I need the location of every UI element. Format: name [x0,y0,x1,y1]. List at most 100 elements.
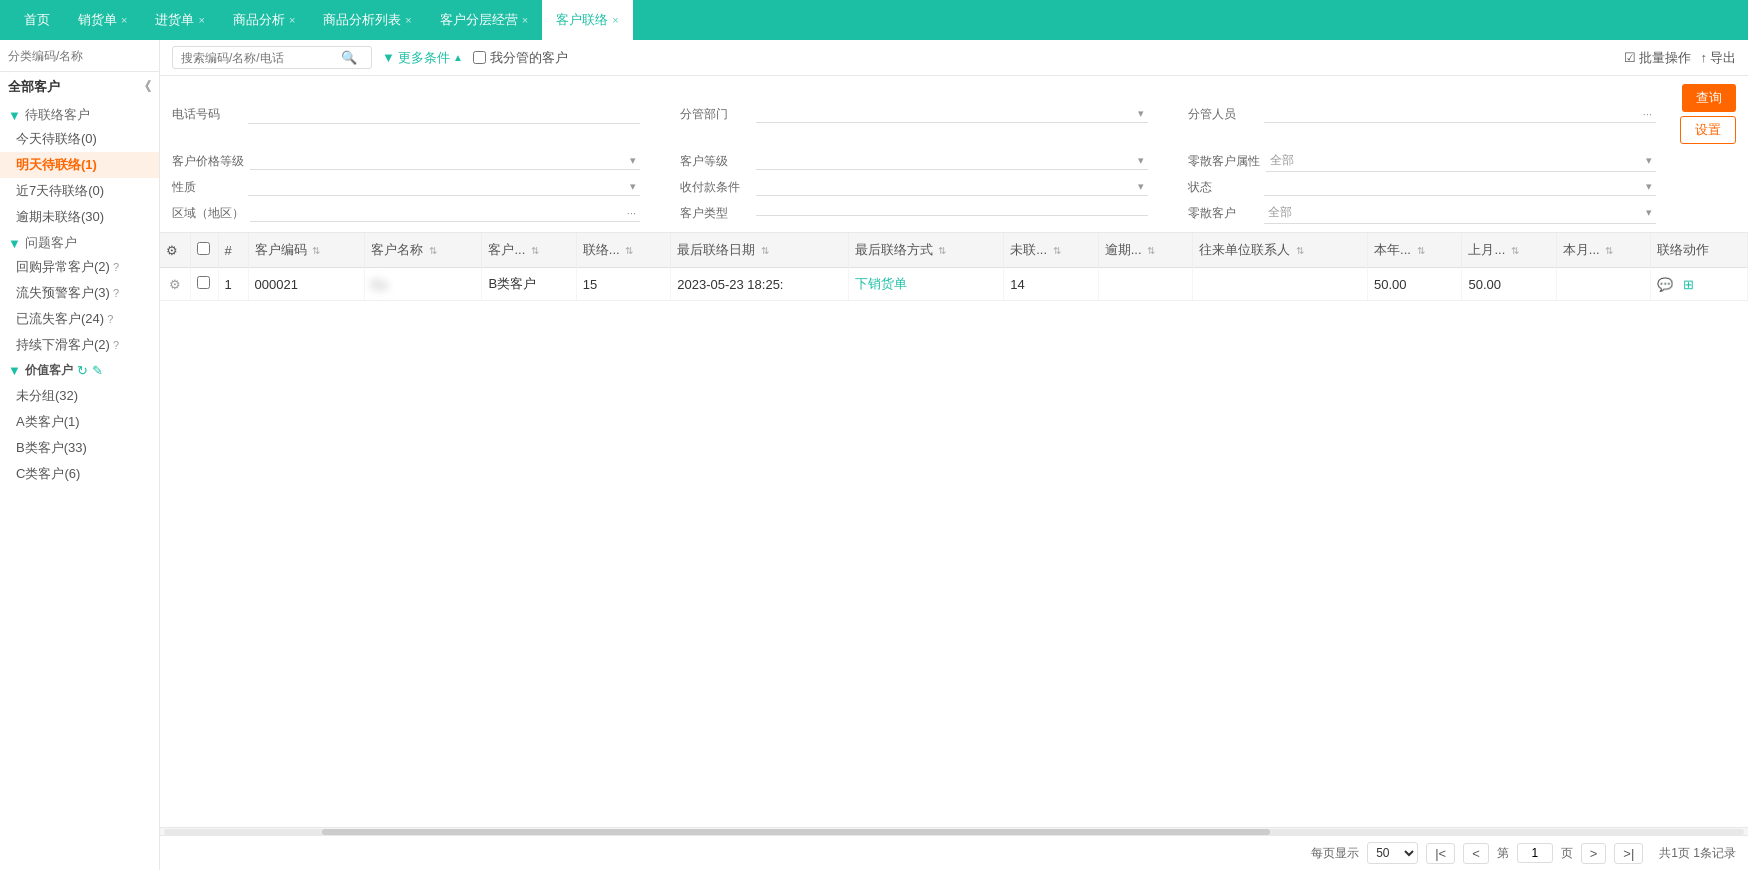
content-area: 🔍 ▼ 更多条件 ▲ 我分管的客户 ☑ 批量操作 ↑ 导出 [160,40,1748,870]
gender-select[interactable]: ▾ [248,178,640,196]
th-last-contact-date: 最后联络日期 ⇅ [671,233,848,268]
prev-page-btn[interactable]: < [1463,843,1489,864]
table-area: ⚙ # 客户编码 ⇅ 客户名称 ⇅ [160,233,1748,827]
cell-last-method[interactable]: 下销货单 [848,268,1004,301]
query-button[interactable]: 查询 [1682,84,1736,112]
nav-product-analysis-list[interactable]: 商品分析列表 × [309,0,425,40]
next-page-btn[interactable]: > [1581,843,1607,864]
payment-select[interactable]: ▾ [756,178,1148,196]
sidebar-item-churned[interactable]: 已流失客户(24) ? [0,306,159,332]
scrollbar-area[interactable] [160,827,1748,835]
sort-icon[interactable]: ⇅ [1511,245,1519,256]
search-icon[interactable]: 🔍 [341,50,357,65]
page-number-input[interactable] [1517,843,1553,863]
sidebar-item-overdue-contact[interactable]: 逾期未联络(30) [0,204,159,230]
search-input-wrap: 🔍 [172,46,372,69]
sort-icon[interactable]: ⇅ [1417,245,1425,256]
customer-level-select[interactable]: ▾ [756,152,1148,170]
contact-method-link[interactable]: 下销货单 [855,276,907,291]
sort-icon[interactable]: ⇅ [531,245,539,256]
help-icon[interactable]: ? [113,261,119,273]
sort-icon[interactable]: ⇅ [1147,245,1155,256]
qr-icon[interactable]: ⊞ [1683,277,1694,292]
region-select[interactable]: ··· [250,205,640,222]
search-bar: 🔍 ▼ 更多条件 ▲ 我分管的客户 ☑ 批量操作 ↑ 导出 [160,40,1748,76]
scrollbar-track[interactable] [164,829,1744,835]
close-icon[interactable]: × [289,14,295,26]
last-page-btn[interactable]: >| [1614,843,1643,864]
cell-action[interactable]: 💬 ⊞ [1651,268,1748,301]
sort-icon[interactable]: ⇅ [1296,245,1304,256]
retail-attr-select[interactable]: 全部 ▾ [1266,150,1656,172]
help-icon[interactable]: ? [113,287,119,299]
my-customers-checkbox[interactable] [473,51,486,64]
cell-contacts [1193,268,1368,301]
manager-select[interactable]: ··· [1264,106,1656,123]
close-icon[interactable]: × [612,14,618,26]
chevron-down-icon: ▾ [1138,180,1144,193]
value-group-icons: ↻ ✎ [77,363,103,378]
sidebar-item-tomorrow-contact[interactable]: 明天待联络(1) [0,152,159,178]
search-input[interactable] [181,51,341,65]
status-select[interactable]: ▾ [1264,178,1656,196]
sidebar-item-churn-warning[interactable]: 流失预警客户(3) ? [0,280,159,306]
cell-settings[interactable]: ⚙ [160,268,190,301]
help-icon[interactable]: ? [107,313,113,325]
nav-sales-order[interactable]: 销货单 × [64,0,141,40]
retail-customer-select[interactable]: 全部 ▾ [1264,202,1656,224]
close-icon[interactable]: × [522,14,528,26]
sidebar-item-repurchase-abnormal[interactable]: 回购异常客户(2) ? [0,254,159,280]
nav-customer-contact[interactable]: 客户联络 × [542,0,632,40]
price-level-label: 客户价格等级 [172,153,244,170]
sort-icon[interactable]: ⇅ [429,245,437,256]
sidebar-search-area: 🔍 [0,40,159,72]
sidebar-item-today-contact[interactable]: 今天待联络(0) [0,126,159,152]
sort-icon[interactable]: ⇅ [938,245,946,256]
scrollbar-thumb[interactable] [322,829,1270,835]
my-customers-check[interactable]: 我分管的客户 [473,49,568,67]
export-btn[interactable]: ↑ 导出 [1701,49,1737,67]
status-label: 状态 [1188,179,1258,196]
collapse-icon[interactable]: 《 [138,78,151,96]
chevron-down-icon: ▾ [1646,206,1652,219]
sort-icon[interactable]: ⇅ [625,245,633,256]
sidebar-search-input[interactable] [8,49,158,63]
edit-icon[interactable]: ✎ [92,363,103,378]
sidebar-item-type-a[interactable]: A类客户(1) [0,409,159,435]
close-icon[interactable]: × [121,14,127,26]
nav-product-analysis[interactable]: 商品分析 × [219,0,309,40]
sidebar-item-type-b[interactable]: B类客户(33) [0,435,159,461]
sidebar-item-7day-contact[interactable]: 近7天待联络(0) [0,178,159,204]
first-page-btn[interactable]: |< [1426,843,1455,864]
sort-icon[interactable]: ⇅ [761,245,769,256]
nav-purchase-order[interactable]: 进货单 × [141,0,218,40]
th-overdue: 逾期... ⇅ [1098,233,1192,268]
filter-more-btn[interactable]: ▼ 更多条件 ▲ [382,49,463,67]
chevron-down-icon: ▾ [1646,154,1652,167]
sort-icon[interactable]: ⇅ [1053,245,1061,256]
settings-icon[interactable]: ⚙ [166,243,178,258]
sidebar-item-ungrouped[interactable]: 未分组(32) [0,383,159,409]
help-icon[interactable]: ? [113,339,119,351]
contact-icon[interactable]: 💬 [1657,277,1673,292]
refresh-icon[interactable]: ↻ [77,363,88,378]
nav-home[interactable]: 首页 [10,0,64,40]
sidebar-item-declining[interactable]: 持续下滑客户(2) ? [0,332,159,358]
phone-input[interactable] [248,105,640,124]
cell-name[interactable]: Ea [365,268,482,301]
set-button[interactable]: 设置 [1680,116,1736,144]
nav-customer-tier[interactable]: 客户分层经营 × [426,0,542,40]
sort-icon[interactable]: ⇅ [1605,245,1613,256]
row-checkbox[interactable] [197,276,210,289]
price-level-select[interactable]: ▾ [250,152,640,170]
sidebar-item-type-c[interactable]: C类客户(6) [0,461,159,487]
sort-icon[interactable]: ⇅ [312,245,320,256]
close-icon[interactable]: × [405,14,411,26]
select-all-checkbox[interactable] [197,242,210,255]
cell-checkbox[interactable] [190,268,218,301]
bulk-operation-btn[interactable]: ☑ 批量操作 [1624,49,1691,67]
dept-select[interactable]: ▾ [756,105,1148,123]
close-icon[interactable]: × [198,14,204,26]
customer-type-select[interactable] [756,211,1148,216]
page-size-select[interactable]: 50 100 200 [1367,842,1418,864]
